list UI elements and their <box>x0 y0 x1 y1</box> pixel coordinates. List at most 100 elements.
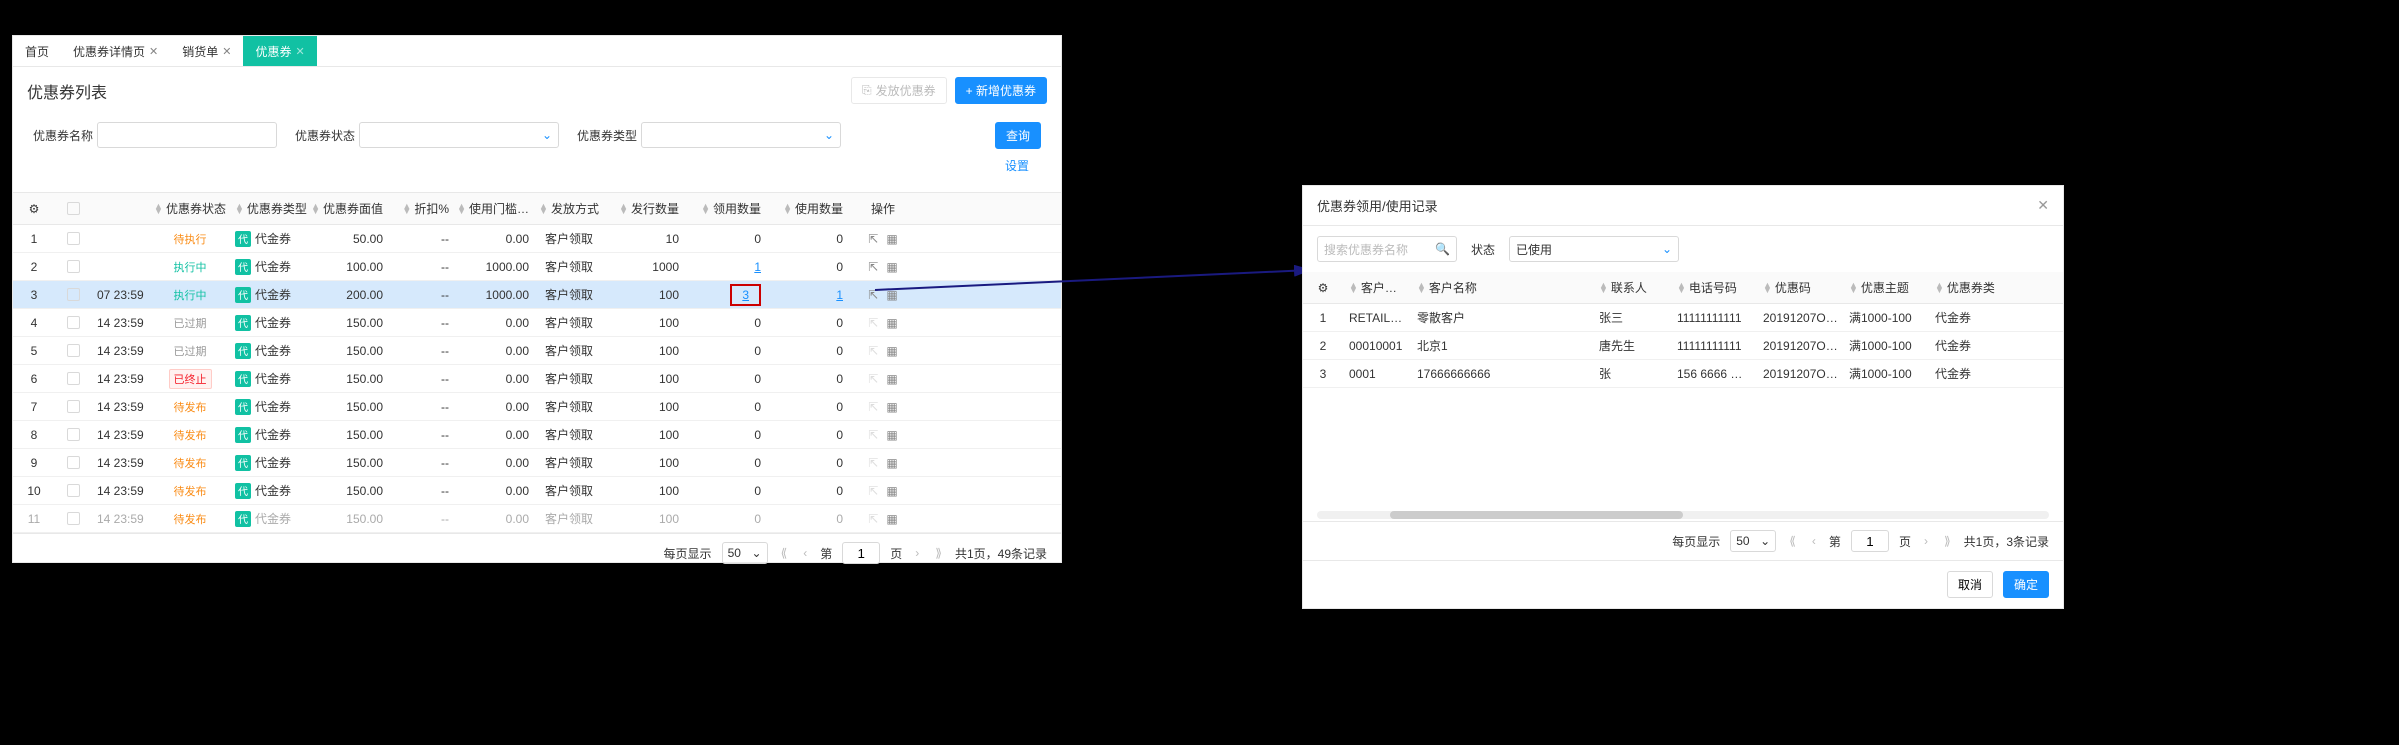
table-row[interactable]: 1114 23:59待发布代代金券150.00--0.00客户领取10000⇱▦ <box>13 505 1061 533</box>
distribute-coupon-button[interactable]: ⎘ 发放优惠券 <box>851 77 947 104</box>
page-input[interactable] <box>842 542 880 564</box>
row-checkbox[interactable] <box>67 400 80 413</box>
sort-icon[interactable]: ▲▼ <box>402 204 411 213</box>
close-icon[interactable]: ✕ <box>222 45 231 58</box>
sort-icon[interactable]: ▲▼ <box>1417 283 1426 292</box>
sort-icon[interactable]: ▲▼ <box>783 204 792 213</box>
share-icon[interactable]: ⇱ <box>868 400 878 414</box>
row-checkbox[interactable] <box>67 288 80 301</box>
claim-count-link[interactable]: 1 <box>754 260 761 274</box>
table-row[interactable]: 1014 23:59待发布代代金券150.00--0.00客户领取10000⇱▦ <box>13 477 1061 505</box>
row-checkbox[interactable] <box>67 372 80 385</box>
sort-icon[interactable]: ▲▼ <box>1599 283 1608 292</box>
add-coupon-button[interactable]: + 新增优惠券 <box>955 77 1047 104</box>
last-page-button[interactable]: ⟫ <box>1941 534 1954 548</box>
row-checkbox[interactable] <box>67 344 80 357</box>
qrcode-icon[interactable]: ▦ <box>886 484 897 498</box>
sort-icon[interactable]: ▲▼ <box>1935 283 1944 292</box>
query-button[interactable]: 查询 <box>995 122 1041 149</box>
table-row[interactable]: 514 23:59已过期代代金券150.00--0.00客户领取10000⇱▦ <box>13 337 1061 365</box>
tab-首页[interactable]: 首页 <box>13 36 61 66</box>
close-icon[interactable]: ✕ <box>149 45 158 58</box>
first-page-button[interactable]: ⟪ <box>1786 534 1799 548</box>
share-icon[interactable]: ⇱ <box>868 344 878 358</box>
close-icon[interactable]: ✕ <box>296 45 305 58</box>
sort-icon[interactable]: ▲▼ <box>619 204 628 213</box>
table-row[interactable]: 1RETAIL…零散客户张三1111111111120191207O…满1000… <box>1303 304 2063 332</box>
share-icon[interactable]: ⇱ <box>868 484 878 498</box>
table-row[interactable]: 2执行中代代金券100.00--1000.00客户领取100010⇱▦ <box>13 253 1061 281</box>
gear-icon[interactable]: ⚙ <box>1318 281 1329 295</box>
share-icon[interactable]: ⇱ <box>868 288 878 302</box>
sort-icon[interactable]: ▲▼ <box>539 204 548 213</box>
per-page-select[interactable]: 50⌄ <box>1730 530 1776 552</box>
qrcode-icon[interactable]: ▦ <box>886 400 897 414</box>
qrcode-icon[interactable]: ▦ <box>886 316 897 330</box>
dialog-status-select[interactable]: 已使用 ⌄ <box>1509 236 1679 262</box>
tab-销货单[interactable]: 销货单✕ <box>170 36 243 66</box>
horizontal-scrollbar[interactable] <box>1317 511 2049 519</box>
filter-type-select[interactable]: ⌄ <box>641 122 841 148</box>
sort-icon[interactable]: ▲▼ <box>1763 283 1772 292</box>
qrcode-icon[interactable]: ▦ <box>886 260 897 274</box>
row-checkbox[interactable] <box>67 428 80 441</box>
tab-优惠券[interactable]: 优惠券✕ <box>243 36 316 66</box>
gear-icon[interactable]: ⚙ <box>29 202 40 216</box>
row-checkbox[interactable] <box>67 484 80 497</box>
close-icon[interactable]: ✕ <box>2037 197 2049 214</box>
search-input[interactable]: 搜索优惠券名称 🔍 <box>1317 236 1457 262</box>
tab-优惠券详情页[interactable]: 优惠券详情页✕ <box>61 36 170 66</box>
qrcode-icon[interactable]: ▦ <box>886 232 897 246</box>
share-icon[interactable]: ⇱ <box>868 428 878 442</box>
row-checkbox[interactable] <box>67 456 80 469</box>
page-input[interactable] <box>1851 530 1889 552</box>
qrcode-icon[interactable]: ▦ <box>886 288 897 302</box>
qrcode-icon[interactable]: ▦ <box>886 344 897 358</box>
sort-icon[interactable]: ▲▼ <box>457 204 466 213</box>
share-icon[interactable]: ⇱ <box>868 512 878 526</box>
qrcode-icon[interactable]: ▦ <box>886 512 897 526</box>
table-row[interactable]: 414 23:59已过期代代金券150.00--0.00客户领取10000⇱▦ <box>13 309 1061 337</box>
table-row[interactable]: 614 23:59已终止代代金券150.00--0.00客户领取10000⇱▦ <box>13 365 1061 393</box>
table-row[interactable]: 200010001北京1唐先生1111111111120191207O…满100… <box>1303 332 2063 360</box>
table-row[interactable]: 3000117666666666张156 6666 …20191207O…满10… <box>1303 360 2063 388</box>
table-row[interactable]: 714 23:59待发布代代金券150.00--0.00客户领取10000⇱▦ <box>13 393 1061 421</box>
prev-page-button[interactable]: ‹ <box>1809 534 1819 548</box>
per-page-select[interactable]: 50⌄ <box>722 542 768 564</box>
use-count-link[interactable]: 1 <box>836 288 843 302</box>
sort-icon[interactable]: ▲▼ <box>1677 283 1686 292</box>
share-icon[interactable]: ⇱ <box>868 260 878 274</box>
table-row[interactable]: 814 23:59待发布代代金券150.00--0.00客户领取10000⇱▦ <box>13 421 1061 449</box>
table-row[interactable]: 914 23:59待发布代代金券150.00--0.00客户领取10000⇱▦ <box>13 449 1061 477</box>
qrcode-icon[interactable]: ▦ <box>886 428 897 442</box>
share-icon[interactable]: ⇱ <box>868 316 878 330</box>
sort-icon[interactable]: ▲▼ <box>311 204 320 213</box>
share-icon[interactable]: ⇱ <box>868 232 878 246</box>
filter-status-select[interactable]: ⌄ <box>359 122 559 148</box>
row-checkbox[interactable] <box>67 232 80 245</box>
sort-icon[interactable]: ▲▼ <box>701 204 710 213</box>
row-checkbox[interactable] <box>67 512 80 525</box>
cancel-button[interactable]: 取消 <box>1947 571 1993 598</box>
row-checkbox[interactable] <box>67 316 80 329</box>
sort-icon[interactable]: ▲▼ <box>235 204 244 213</box>
sort-icon[interactable]: ▲▼ <box>1349 283 1358 292</box>
settings-button[interactable]: 设置 <box>995 153 1041 178</box>
next-page-button[interactable]: › <box>1921 534 1931 548</box>
filter-name-input[interactable] <box>97 122 277 148</box>
qrcode-icon[interactable]: ▦ <box>886 372 897 386</box>
table-row[interactable]: 1待执行代代金券50.00--0.00客户领取1000⇱▦ <box>13 225 1061 253</box>
share-icon[interactable]: ⇱ <box>868 456 878 470</box>
select-all-checkbox[interactable] <box>67 202 80 215</box>
claim-count-link[interactable]: 3 <box>730 284 761 306</box>
row-checkbox[interactable] <box>67 260 80 273</box>
sort-icon[interactable]: ▲▼ <box>1849 283 1858 292</box>
prev-page-button[interactable]: ‹ <box>800 546 810 560</box>
next-page-button[interactable]: › <box>912 546 922 560</box>
table-row[interactable]: 307 23:59执行中代代金券200.00--1000.00客户领取10031… <box>13 281 1061 309</box>
first-page-button[interactable]: ⟪ <box>778 546 791 560</box>
ok-button[interactable]: 确定 <box>2003 571 2049 598</box>
sort-icon[interactable]: ▲▼ <box>154 204 163 213</box>
share-icon[interactable]: ⇱ <box>868 372 878 386</box>
last-page-button[interactable]: ⟫ <box>932 546 945 560</box>
